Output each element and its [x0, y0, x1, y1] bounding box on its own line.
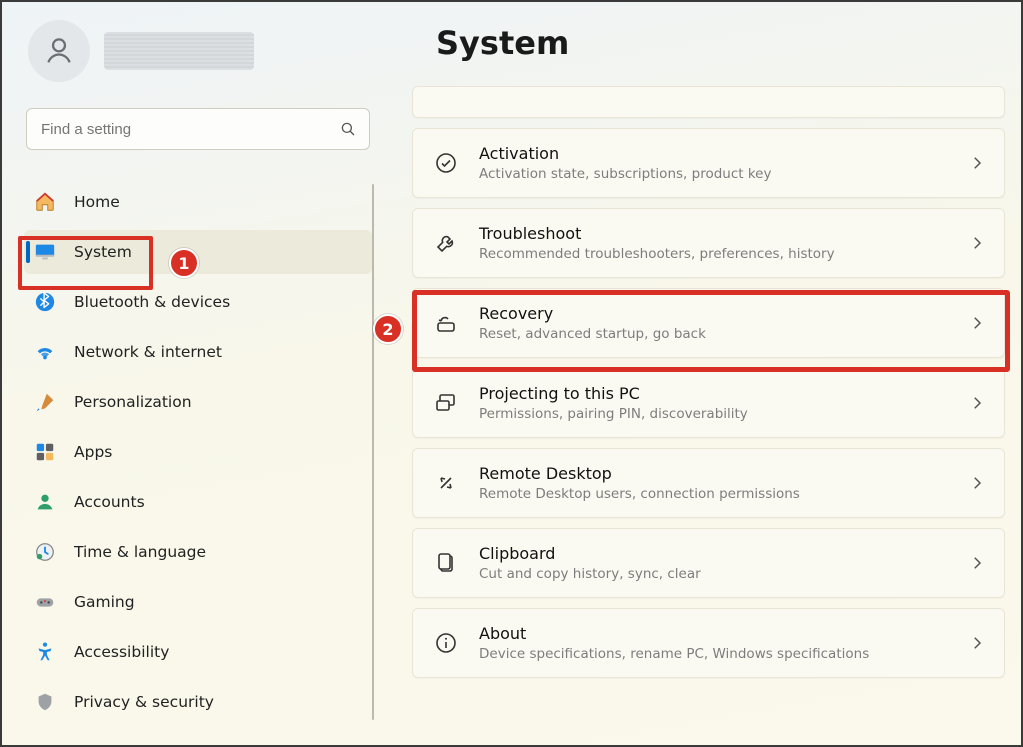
home-icon [34, 191, 56, 213]
sidebar-item-label: System [74, 243, 132, 261]
sidebar-item-home[interactable]: Home [24, 180, 372, 224]
wrench-icon [433, 230, 459, 256]
main-panel: System Activation Activation state, subs… [402, 2, 1011, 745]
remote-icon [433, 470, 459, 496]
card-title: Remote Desktop [479, 464, 948, 483]
sidebar-item-label: Bluetooth & devices [74, 293, 230, 311]
project-icon [433, 390, 459, 416]
card-title: Troubleshoot [479, 224, 948, 243]
card-remote[interactable]: Remote Desktop Remote Desktop users, con… [412, 448, 1005, 518]
chevron-right-icon [968, 634, 986, 652]
clock-icon [34, 541, 56, 563]
recovery-icon [433, 310, 459, 336]
search-input[interactable] [39, 120, 331, 139]
card-subtitle: Recommended troubleshooters, preferences… [479, 246, 948, 262]
shield-icon [34, 691, 56, 713]
sidebar-item-accessibility[interactable]: Accessibility [24, 630, 372, 674]
card-subtitle: Cut and copy history, sync, clear [479, 566, 948, 582]
card-projecting[interactable]: Projecting to this PC Permissions, pairi… [412, 368, 1005, 438]
card-title: Activation [479, 144, 948, 163]
sidebar-item-label: Home [74, 193, 120, 211]
user-icon [42, 34, 76, 68]
card-subtitle: Activation state, subscriptions, product… [479, 166, 948, 182]
display-icon [34, 241, 56, 263]
check-circle-icon [433, 150, 459, 176]
chevron-right-icon [968, 554, 986, 572]
card-troubleshoot[interactable]: Troubleshoot Recommended troubleshooters… [412, 208, 1005, 278]
sidebar-item-label: Privacy & security [74, 693, 214, 711]
sidebar-item-label: Time & language [74, 543, 206, 561]
sidebar-item-apps[interactable]: Apps [24, 430, 372, 474]
sidebar-item-network[interactable]: Network & internet [24, 330, 372, 374]
card-subtitle: Remote Desktop users, connection permiss… [479, 486, 948, 502]
card-title: Clipboard [479, 544, 948, 563]
card-subtitle: Device specifications, rename PC, Window… [479, 646, 948, 662]
chevron-right-icon [968, 314, 986, 332]
user-name-redacted [104, 32, 254, 70]
nav-list: Home System Bluetooth & devices Network … [24, 180, 372, 724]
card-activation[interactable]: Activation Activation state, subscriptio… [412, 128, 1005, 198]
person-icon [34, 491, 56, 513]
bluetooth-icon [34, 291, 56, 313]
avatar[interactable] [28, 20, 90, 82]
sidebar-item-time[interactable]: Time & language [24, 530, 372, 574]
sidebar: Home System Bluetooth & devices Network … [2, 2, 382, 745]
sidebar-item-bluetooth[interactable]: Bluetooth & devices [24, 280, 372, 324]
search-box[interactable] [26, 108, 370, 150]
accessibility-icon [34, 641, 56, 663]
wifi-icon [34, 341, 56, 363]
sidebar-item-system[interactable]: System [24, 230, 372, 274]
sidebar-item-label: Network & internet [74, 343, 222, 361]
card-title: Projecting to this PC [479, 384, 948, 403]
card-title: Recovery [479, 304, 948, 323]
page-title: System [436, 24, 1005, 62]
chevron-right-icon [968, 394, 986, 412]
card-stub-top [412, 86, 1005, 118]
gamepad-icon [34, 591, 56, 613]
card-subtitle: Reset, advanced startup, go back [479, 326, 948, 342]
chevron-right-icon [968, 234, 986, 252]
card-recovery[interactable]: Recovery Reset, advanced startup, go bac… [412, 288, 1005, 358]
search-icon [339, 120, 357, 138]
sidebar-item-personalization[interactable]: Personalization [24, 380, 372, 424]
apps-icon [34, 441, 56, 463]
sidebar-item-gaming[interactable]: Gaming [24, 580, 372, 624]
sidebar-item-accounts[interactable]: Accounts [24, 480, 372, 524]
sidebar-item-privacy[interactable]: Privacy & security [24, 680, 372, 724]
clipboard-icon [433, 550, 459, 576]
card-clipboard[interactable]: Clipboard Cut and copy history, sync, cl… [412, 528, 1005, 598]
card-subtitle: Permissions, pairing PIN, discoverabilit… [479, 406, 948, 422]
sidebar-item-label: Personalization [74, 393, 192, 411]
card-about[interactable]: About Device specifications, rename PC, … [412, 608, 1005, 678]
chevron-right-icon [968, 154, 986, 172]
brush-icon [34, 391, 56, 413]
sidebar-item-label: Accessibility [74, 643, 169, 661]
info-icon [433, 630, 459, 656]
card-title: About [479, 624, 948, 643]
sidebar-item-label: Apps [74, 443, 112, 461]
chevron-right-icon [968, 474, 986, 492]
sidebar-item-label: Accounts [74, 493, 145, 511]
cards-list: Activation Activation state, subscriptio… [412, 86, 1005, 678]
user-row [28, 20, 372, 82]
sidebar-item-label: Gaming [74, 593, 135, 611]
